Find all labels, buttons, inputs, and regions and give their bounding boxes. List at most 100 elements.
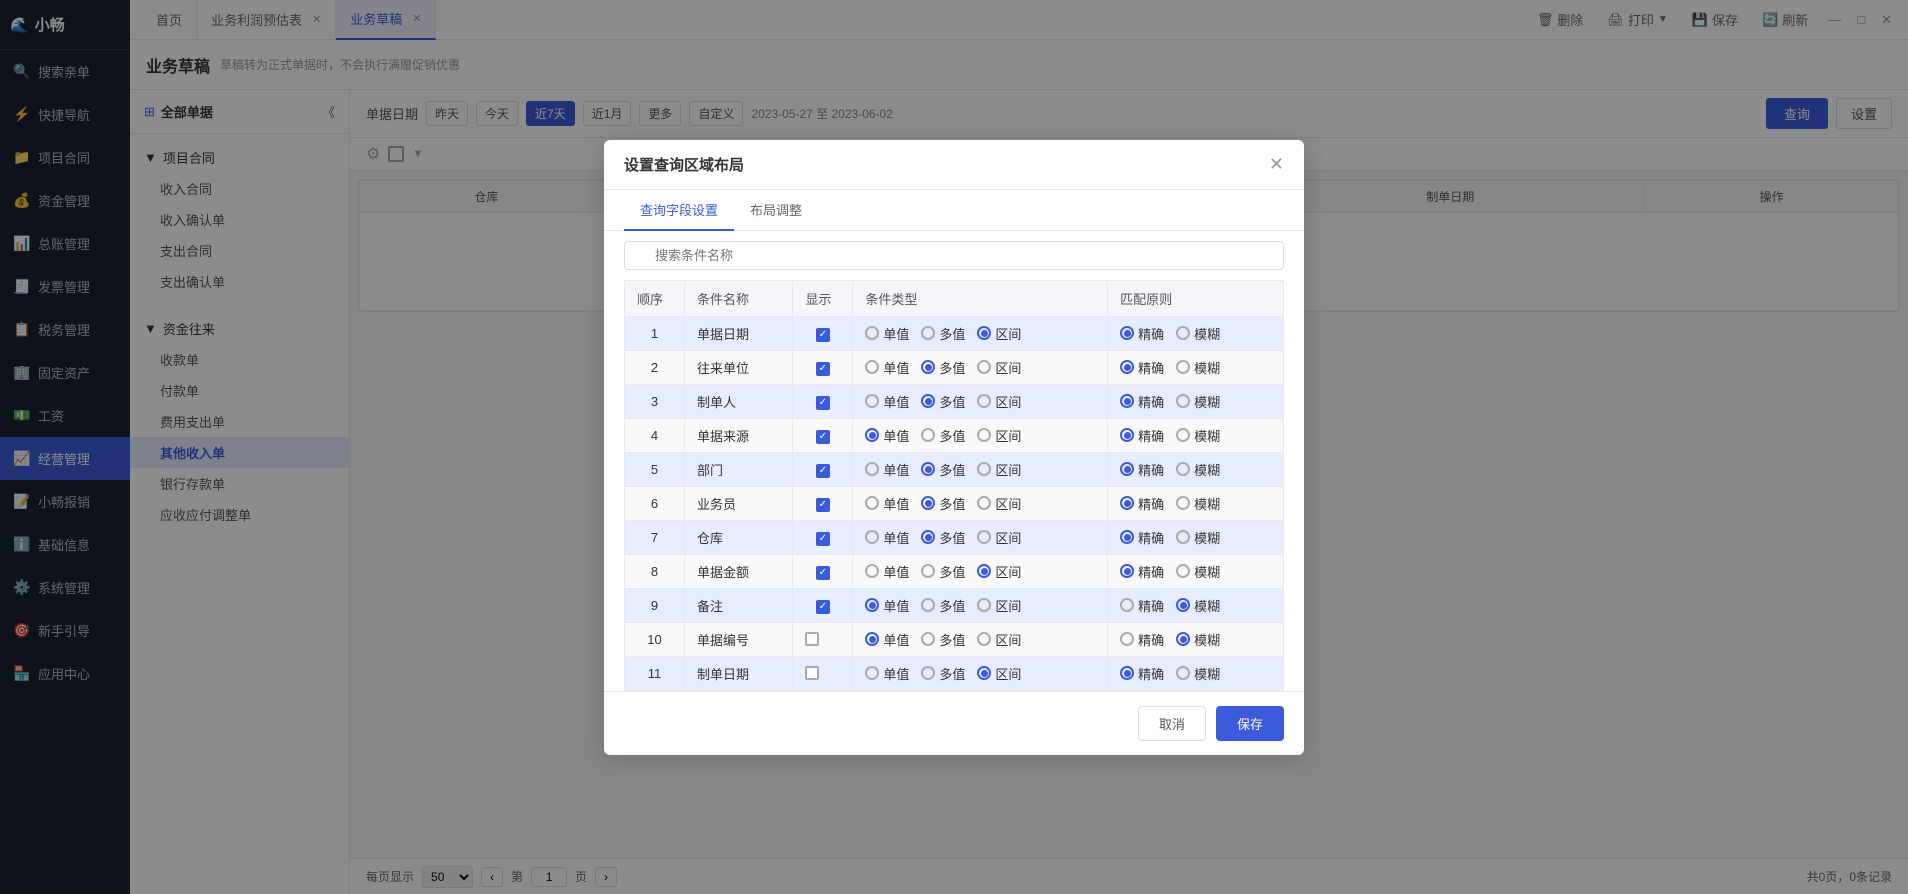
radio-type-range[interactable]: 区间 (977, 596, 1021, 615)
radio-type-single[interactable]: 单值 (865, 528, 909, 547)
radio-type-multi[interactable]: 多值 (921, 562, 965, 581)
radio-match-exact[interactable]: 精确 (1120, 324, 1164, 343)
radio-type-range[interactable]: 区间 (977, 664, 1021, 683)
type-radio-group: 单值多值区间 (865, 426, 1095, 445)
checkbox-checked[interactable] (816, 328, 830, 342)
radio-match-exact[interactable]: 精确 (1120, 664, 1164, 683)
radio-circle (1120, 360, 1134, 374)
radio-type-single[interactable]: 单值 (865, 664, 909, 683)
radio-label: 区间 (995, 562, 1021, 581)
radio-type-multi[interactable]: 多值 (921, 596, 965, 615)
checkbox-checked[interactable] (816, 566, 830, 580)
save-button[interactable]: 保存 (1216, 706, 1284, 741)
checkbox-checked[interactable] (816, 498, 830, 512)
radio-match-fuzzy[interactable]: 模糊 (1176, 664, 1220, 683)
radio-type-single[interactable]: 单值 (865, 596, 909, 615)
radio-type-range[interactable]: 区间 (977, 392, 1021, 411)
radio-type-range[interactable]: 区间 (977, 494, 1021, 513)
radio-match-exact[interactable]: 精确 (1120, 358, 1164, 377)
radio-type-single[interactable]: 单值 (865, 630, 909, 649)
radio-match-exact[interactable]: 精确 (1120, 596, 1164, 615)
dialog-search-input[interactable] (624, 241, 1284, 270)
radio-type-range[interactable]: 区间 (977, 426, 1021, 445)
radio-match-exact[interactable]: 精确 (1120, 426, 1164, 445)
radio-match-exact[interactable]: 精确 (1120, 392, 1164, 411)
radio-circle (921, 530, 935, 544)
match-radio-group: 精确模糊 (1120, 596, 1271, 615)
match-radio-group: 精确模糊 (1120, 324, 1271, 343)
radio-type-range[interactable]: 区间 (977, 324, 1021, 343)
radio-type-multi[interactable]: 多值 (921, 630, 965, 649)
tab-field-settings[interactable]: 查询字段设置 (624, 190, 734, 231)
row-show-checkbox[interactable] (793, 588, 853, 622)
checkbox-checked[interactable] (816, 362, 830, 376)
row-show-checkbox[interactable] (793, 486, 853, 520)
radio-type-multi[interactable]: 多值 (921, 528, 965, 547)
radio-match-fuzzy[interactable]: 模糊 (1176, 494, 1220, 513)
radio-type-multi[interactable]: 多值 (921, 358, 965, 377)
row-show-checkbox[interactable] (793, 316, 853, 350)
checkbox-empty[interactable] (805, 666, 819, 680)
radio-type-range[interactable]: 区间 (977, 562, 1021, 581)
radio-type-single[interactable]: 单值 (865, 426, 909, 445)
radio-label: 精确 (1138, 324, 1164, 343)
radio-label: 多值 (939, 596, 965, 615)
checkbox-empty[interactable] (805, 632, 819, 646)
radio-type-single[interactable]: 单值 (865, 392, 909, 411)
radio-label: 单值 (883, 358, 909, 377)
radio-type-range[interactable]: 区间 (977, 630, 1021, 649)
checkbox-checked[interactable] (816, 532, 830, 546)
search-wrap: 🔍 (624, 241, 1284, 270)
radio-match-fuzzy[interactable]: 模糊 (1176, 460, 1220, 479)
radio-type-single[interactable]: 单值 (865, 358, 909, 377)
modal-overlay[interactable]: 设置查询区域布局 ✕ 查询字段设置 布局调整 🔍 (0, 0, 1908, 894)
row-show-checkbox[interactable] (793, 452, 853, 486)
radio-circle (977, 360, 991, 374)
dialog-footer: 取消 保存 (604, 691, 1304, 755)
tab-layout-adjust[interactable]: 布局调整 (734, 190, 818, 231)
radio-match-exact[interactable]: 精确 (1120, 494, 1164, 513)
radio-match-exact[interactable]: 精确 (1120, 528, 1164, 547)
row-show-checkbox[interactable] (793, 384, 853, 418)
radio-match-fuzzy[interactable]: 模糊 (1176, 528, 1220, 547)
radio-type-multi[interactable]: 多值 (921, 494, 965, 513)
radio-match-fuzzy[interactable]: 模糊 (1176, 324, 1220, 343)
radio-match-fuzzy[interactable]: 模糊 (1176, 630, 1220, 649)
cancel-button[interactable]: 取消 (1138, 706, 1206, 741)
radio-match-fuzzy[interactable]: 模糊 (1176, 562, 1220, 581)
radio-type-range[interactable]: 区间 (977, 460, 1021, 479)
radio-match-exact[interactable]: 精确 (1120, 460, 1164, 479)
row-show-checkbox[interactable] (793, 350, 853, 384)
dialog-close-button[interactable]: ✕ (1269, 154, 1284, 175)
radio-match-exact[interactable]: 精确 (1120, 562, 1164, 581)
radio-type-multi[interactable]: 多值 (921, 392, 965, 411)
radio-type-single[interactable]: 单值 (865, 562, 909, 581)
radio-label: 模糊 (1194, 494, 1220, 513)
radio-match-fuzzy[interactable]: 模糊 (1176, 392, 1220, 411)
checkbox-checked[interactable] (816, 464, 830, 478)
radio-circle (1176, 428, 1190, 442)
row-show-checkbox[interactable] (793, 554, 853, 588)
row-show-checkbox[interactable] (793, 656, 853, 690)
radio-type-range[interactable]: 区间 (977, 528, 1021, 547)
radio-type-multi[interactable]: 多值 (921, 426, 965, 445)
radio-match-fuzzy[interactable]: 模糊 (1176, 426, 1220, 445)
radio-type-single[interactable]: 单值 (865, 460, 909, 479)
row-show-checkbox[interactable] (793, 520, 853, 554)
radio-type-single[interactable]: 单值 (865, 324, 909, 343)
radio-match-fuzzy[interactable]: 模糊 (1176, 358, 1220, 377)
checkbox-checked[interactable] (816, 396, 830, 410)
radio-match-exact[interactable]: 精确 (1120, 630, 1164, 649)
radio-type-single[interactable]: 单值 (865, 494, 909, 513)
radio-match-fuzzy[interactable]: 模糊 (1176, 596, 1220, 615)
row-show-checkbox[interactable] (793, 418, 853, 452)
radio-type-multi[interactable]: 多值 (921, 664, 965, 683)
row-show-checkbox[interactable] (793, 622, 853, 656)
radio-type-range[interactable]: 区间 (977, 358, 1021, 377)
radio-label: 精确 (1138, 358, 1164, 377)
radio-type-multi[interactable]: 多值 (921, 460, 965, 479)
radio-type-multi[interactable]: 多值 (921, 324, 965, 343)
checkbox-checked[interactable] (816, 600, 830, 614)
checkbox-checked[interactable] (816, 430, 830, 444)
type-radio-group: 单值多值区间 (865, 358, 1095, 377)
